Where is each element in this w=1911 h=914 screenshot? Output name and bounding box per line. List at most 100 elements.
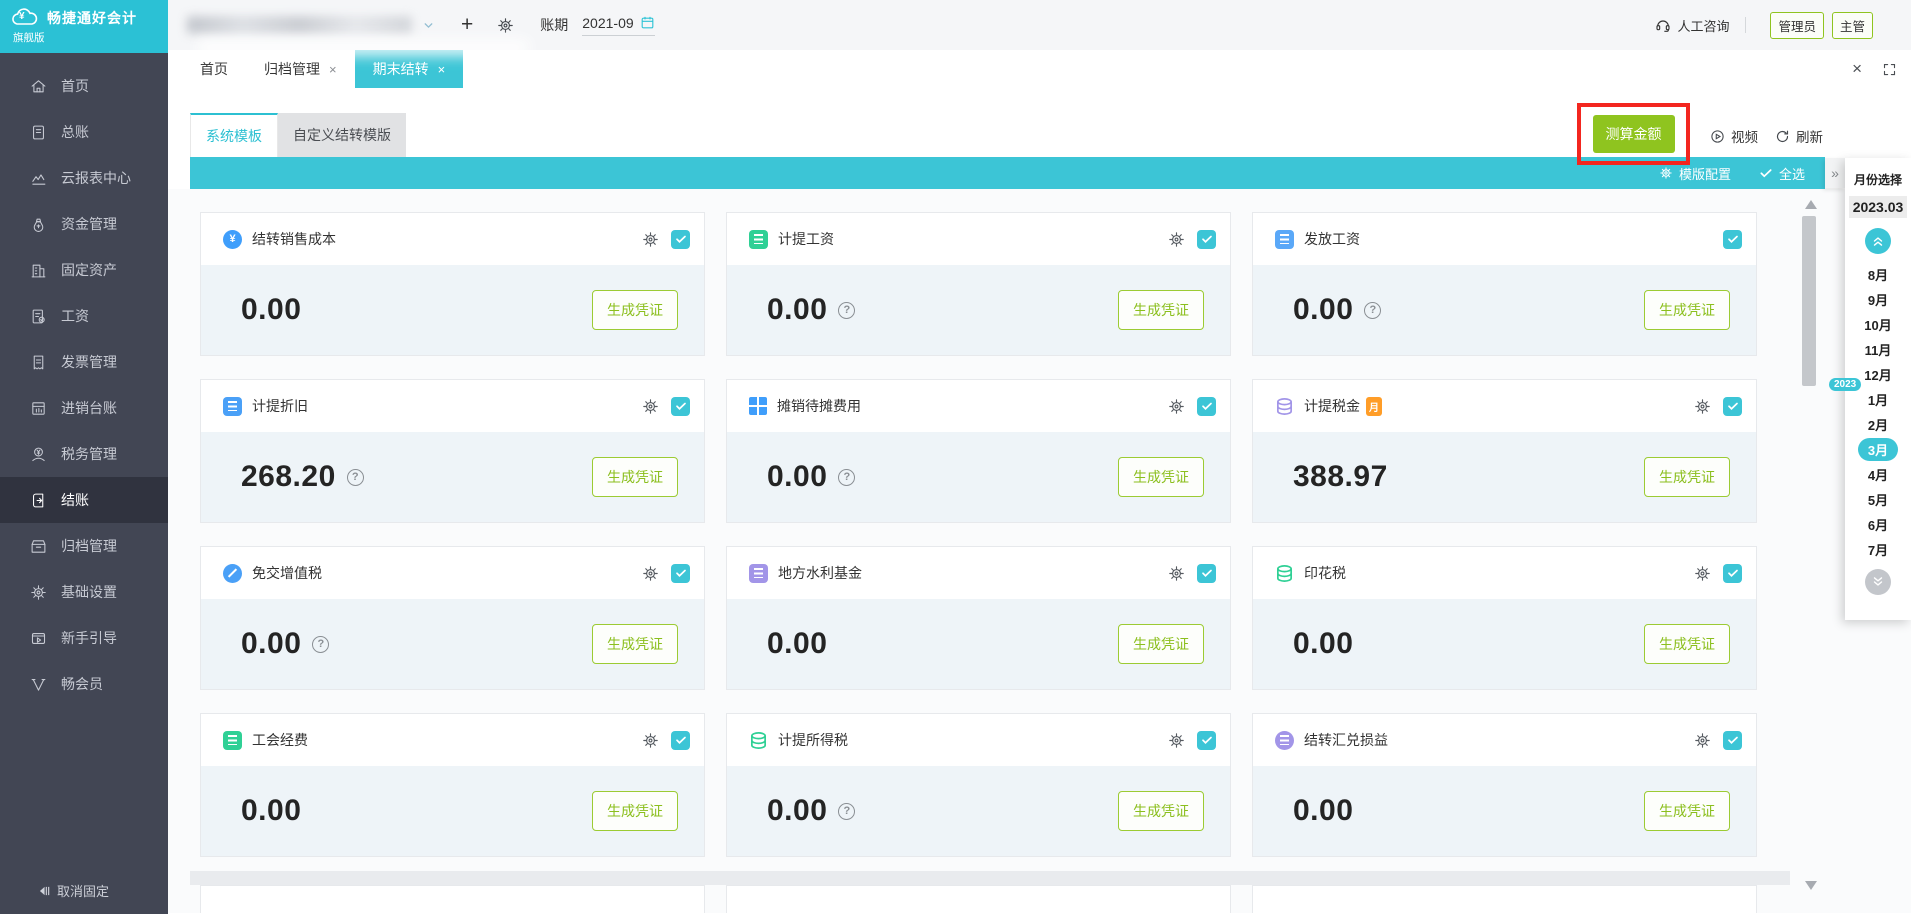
template-config-button[interactable]: 模版配置 <box>1659 164 1731 183</box>
generate-voucher-button[interactable]: 生成凭证 <box>1118 624 1204 664</box>
card-title: 免交增值税 <box>252 565 322 581</box>
measure-amount-button[interactable]: 测算金额 <box>1592 115 1675 153</box>
month-item-9月[interactable]: 9月 <box>1845 287 1911 312</box>
generate-voucher-button[interactable]: 生成凭证 <box>1118 290 1204 330</box>
card-settings-icon[interactable] <box>1168 231 1185 248</box>
month-item-10月[interactable]: 10月 <box>1845 312 1911 337</box>
month-item-7月[interactable]: 7月 <box>1845 537 1911 562</box>
card-settings-icon[interactable] <box>1694 565 1711 582</box>
fullscreen-icon[interactable] <box>1882 62 1897 77</box>
sidebar-item-home[interactable]: 首页 <box>0 63 168 109</box>
close-icon[interactable]: × <box>1852 59 1862 79</box>
scrollbar-down-arrow[interactable] <box>1805 881 1817 890</box>
card-checkbox[interactable] <box>1723 396 1742 416</box>
sidebar-item-archive[interactable]: 归档管理 <box>0 523 168 569</box>
sidebar-item-wage[interactable]: 工资 <box>0 293 168 339</box>
sidebar-item-closing[interactable]: 结账 <box>0 477 168 523</box>
scroll-months-up-button[interactable] <box>1865 228 1891 254</box>
unpin-sidebar-button[interactable]: 取消固定 <box>36 881 109 900</box>
double-chevron-up-icon <box>1873 237 1883 246</box>
sidebar-item-guide[interactable]: 新手引导 <box>0 615 168 661</box>
role-badge-supervisor[interactable]: 主管 <box>1831 11 1873 39</box>
month-item-6月[interactable]: 6月 <box>1845 512 1911 537</box>
month-item-2月[interactable]: 2月 <box>1845 412 1911 437</box>
scrollbar-up-arrow[interactable] <box>1805 200 1817 209</box>
month-item-3月[interactable]: 3月 <box>1845 437 1911 462</box>
subtab-custom-template[interactable]: 自定义结转模版 <box>278 113 406 157</box>
card-settings-icon[interactable] <box>1694 398 1711 415</box>
sidebar-item-fund[interactable]: 资金管理 <box>0 201 168 247</box>
generate-voucher-button[interactable]: 生成凭证 <box>1644 457 1730 497</box>
sidebar-item-io[interactable]: 进销台账 <box>0 385 168 431</box>
generate-voucher-button[interactable]: 生成凭证 <box>1644 290 1730 330</box>
collapse-month-panel-button[interactable]: » <box>1825 158 1845 188</box>
help-icon[interactable]: ? <box>838 468 856 486</box>
generate-voucher-button[interactable]: 生成凭证 <box>592 791 678 831</box>
chevron-down-icon[interactable] <box>422 19 435 32</box>
tab-2[interactable]: 期末结转 × <box>354 50 464 88</box>
card-checkbox[interactable] <box>1723 563 1742 583</box>
card-checkbox[interactable] <box>1197 396 1216 416</box>
scroll-months-down-button[interactable] <box>1865 569 1891 595</box>
transfer-card-1: 计提工资 0.00 ? 生成凭证 <box>726 212 1231 356</box>
sidebar-item-report[interactable]: 云报表中心 <box>0 155 168 201</box>
card-checkbox[interactable] <box>671 396 690 416</box>
card-checkbox[interactable] <box>671 229 690 249</box>
generate-voucher-button[interactable]: 生成凭证 <box>592 624 678 664</box>
company-name-redacted[interactable] <box>187 16 412 34</box>
generate-voucher-button[interactable]: 生成凭证 <box>1644 791 1730 831</box>
card-checkbox[interactable] <box>671 563 690 583</box>
month-item-4月[interactable]: 4月 <box>1845 462 1911 487</box>
tab-close-icon[interactable]: × <box>438 62 446 77</box>
generate-voucher-button[interactable]: 生成凭证 <box>592 290 678 330</box>
card-checkbox[interactable] <box>671 730 690 750</box>
settings-icon[interactable] <box>497 17 514 34</box>
tab-close-icon[interactable]: × <box>329 62 337 77</box>
period-date-picker[interactable]: 2021-09 <box>582 15 655 36</box>
sidebar-item-invoice[interactable]: 发票管理 <box>0 339 168 385</box>
month-item-1月[interactable]: 1月 2023 <box>1829 378 1911 412</box>
card-settings-icon[interactable] <box>1694 732 1711 749</box>
sidebar-item-ledger[interactable]: 总账 <box>0 109 168 155</box>
card-settings-icon[interactable] <box>642 732 659 749</box>
sidebar-item-asset[interactable]: 固定资产 <box>0 247 168 293</box>
scrollbar-thumb[interactable] <box>1802 216 1816 386</box>
help-icon[interactable]: ? <box>346 468 364 486</box>
card-checkbox[interactable] <box>1723 730 1742 750</box>
video-button[interactable]: 视频 <box>1710 126 1758 146</box>
card-settings-icon[interactable] <box>642 398 659 415</box>
tab-0[interactable]: 首页 <box>182 50 246 88</box>
help-icon[interactable]: ? <box>312 635 330 653</box>
help-icon[interactable]: ? <box>838 301 856 319</box>
manual-consult-button[interactable]: 人工咨询 <box>1655 16 1729 35</box>
sidebar-item-member[interactable]: 畅会员 <box>0 661 168 707</box>
generate-voucher-button[interactable]: 生成凭证 <box>1644 624 1730 664</box>
help-icon[interactable]: ? <box>1364 301 1382 319</box>
card-checkbox[interactable] <box>1197 563 1216 583</box>
card-settings-icon[interactable] <box>642 231 659 248</box>
card-checkbox[interactable] <box>1197 730 1216 750</box>
card-settings-icon[interactable] <box>1168 398 1185 415</box>
sidebar-item-tax[interactable]: 税务管理 <box>0 431 168 477</box>
tab-1[interactable]: 归档管理 × <box>246 50 355 88</box>
card-checkbox[interactable] <box>1723 229 1742 249</box>
generate-voucher-button[interactable]: 生成凭证 <box>592 457 678 497</box>
select-all-toggle[interactable]: 全选 <box>1759 164 1805 183</box>
month-item-11月[interactable]: 11月 <box>1845 337 1911 362</box>
refresh-icon <box>1776 130 1789 142</box>
generate-voucher-button[interactable]: 生成凭证 <box>1118 457 1204 497</box>
card-settings-icon[interactable] <box>1168 565 1185 582</box>
refresh-button[interactable]: 刷新 <box>1775 126 1823 146</box>
card-checkbox[interactable] <box>1197 229 1216 249</box>
month-item-8月[interactable]: 8月 <box>1845 262 1911 287</box>
add-account-set-button[interactable]: + <box>461 13 473 37</box>
role-badge-admin[interactable]: 管理员 <box>1770 11 1824 39</box>
month-item-5月[interactable]: 5月 <box>1845 487 1911 512</box>
help-icon[interactable]: ? <box>838 802 856 820</box>
sidebar-item-settings[interactable]: 基础设置 <box>0 569 168 615</box>
generate-voucher-button[interactable]: 生成凭证 <box>1118 791 1204 831</box>
gear-icon <box>1660 167 1672 179</box>
subtab-system-template[interactable]: 系统模板 <box>190 113 278 157</box>
card-settings-icon[interactable] <box>642 565 659 582</box>
card-settings-icon[interactable] <box>1168 732 1185 749</box>
